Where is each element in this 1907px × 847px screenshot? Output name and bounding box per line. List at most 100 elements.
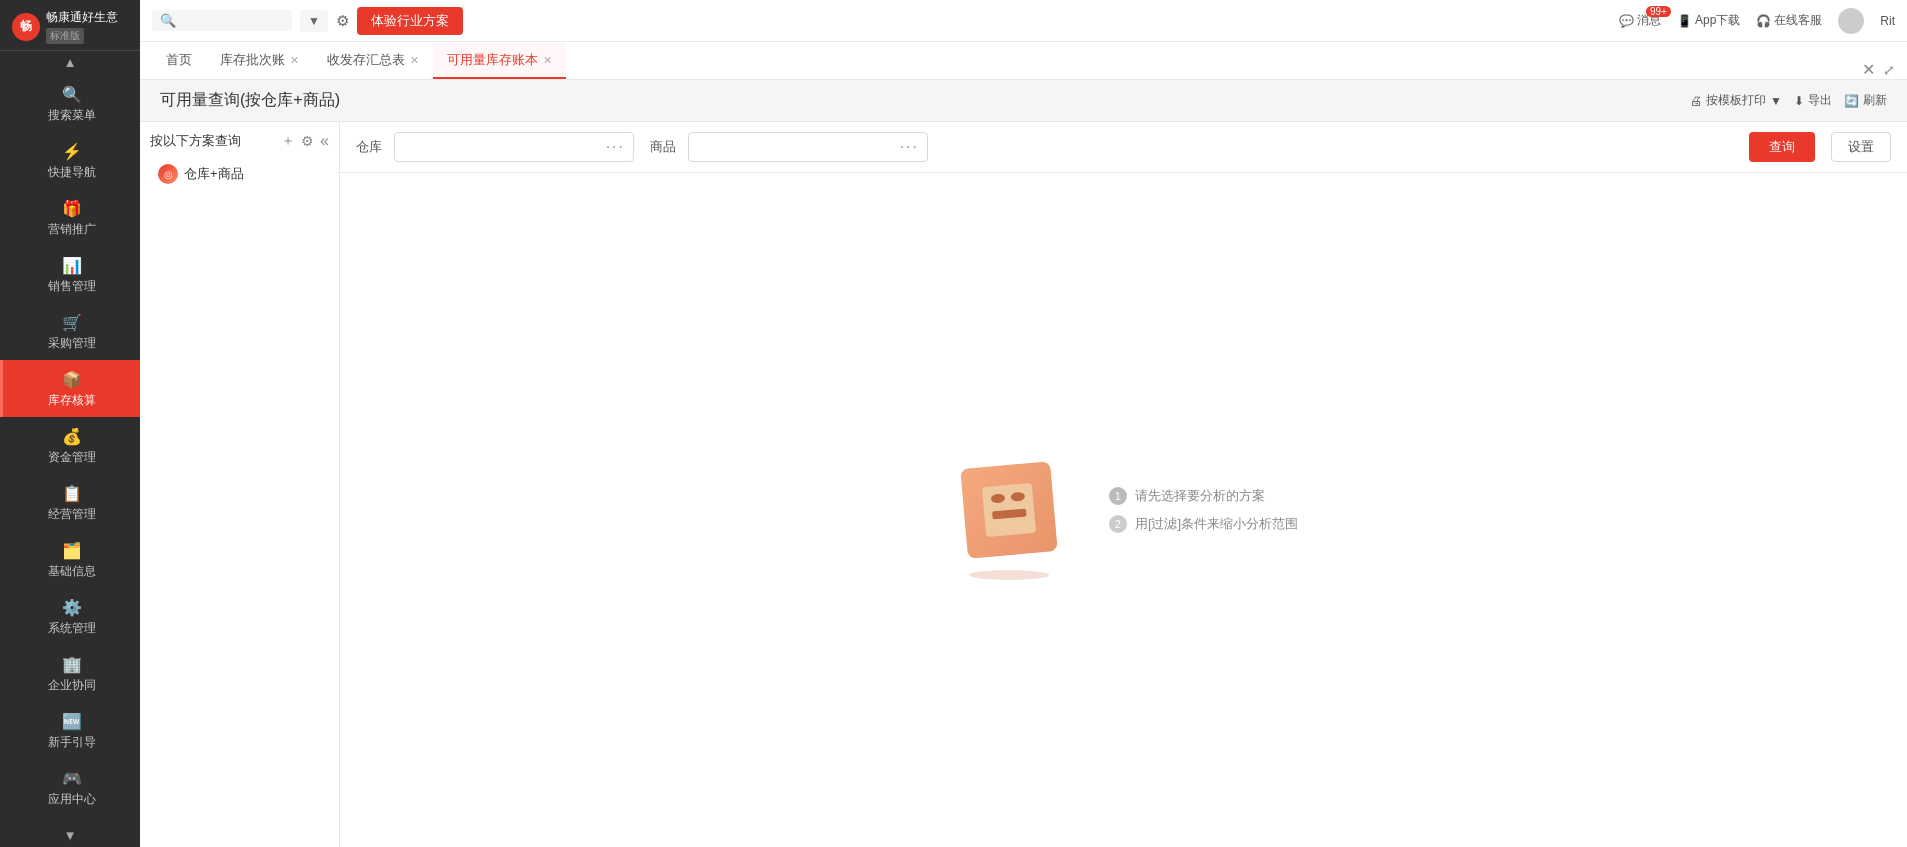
sidebar-item-system[interactable]: ⚙️ 系统管理	[0, 588, 140, 645]
warehouse-input[interactable]: ···	[394, 132, 634, 162]
tip-num-1: 1	[1109, 487, 1127, 505]
sidebar-item-wechat[interactable]: 💬 企业微信	[0, 816, 140, 823]
refresh-icon: 🔄	[1844, 94, 1859, 108]
tab-summary-close[interactable]: ✕	[410, 54, 419, 67]
marketing-icon: 🎁	[62, 199, 82, 218]
guide-label: 新手引导	[48, 734, 96, 751]
tab-available-close[interactable]: ✕	[543, 54, 552, 67]
tab-batch-close[interactable]: ✕	[290, 54, 299, 67]
tab-batch-label: 库存批次账	[220, 51, 285, 69]
query-submit-btn[interactable]: 查询	[1749, 132, 1815, 162]
print-label: 按模板打印	[1706, 92, 1766, 109]
sidebar-item-marketing[interactable]: 🎁 营销推广	[0, 189, 140, 246]
topbar-search-box[interactable]: 🔍	[152, 10, 292, 31]
topbar: 🔍 ▼ ⚙ 体验行业方案 💬 消息 99+ 📱 App下载 🎧 在	[140, 0, 1907, 42]
finance-label: 资金管理	[48, 449, 96, 466]
filter-header: 按以下方案查询 ＋ ⚙ «	[150, 132, 329, 150]
warehouse-dots: ···	[606, 138, 625, 156]
user-avatar	[1838, 8, 1864, 34]
filter-item-label: 仓库+商品	[184, 165, 244, 183]
corp-icon: 🏢	[62, 655, 82, 674]
filter-settings-btn[interactable]: ⚙	[301, 132, 314, 150]
apps-icon: 🎮	[62, 769, 82, 788]
search-dropdown-btn[interactable]: ▼	[300, 10, 328, 32]
base-icon: 🗂️	[62, 541, 82, 560]
print-icon: 🖨	[1690, 94, 1702, 108]
product-field: 商品 ···	[650, 132, 928, 162]
system-label: 系统管理	[48, 620, 96, 637]
search-icon: 🔍	[62, 85, 82, 104]
tab-summary-label: 收发存汇总表	[327, 51, 405, 69]
sidebar-scroll-down[interactable]: ▼	[0, 823, 140, 847]
expand-btn[interactable]: ⤢	[1883, 62, 1895, 78]
tab-available[interactable]: 可用量库存账本 ✕	[433, 43, 566, 79]
filter-item-icon: ◎	[158, 164, 178, 184]
empty-state: 1 请先选择要分析的方案 2 用[过滤]条件来缩小分析范围	[340, 173, 1907, 847]
empty-tips: 1 请先选择要分析的方案 2 用[过滤]条件来缩小分析范围	[1109, 487, 1298, 533]
content-area: 按以下方案查询 ＋ ⚙ « ◎ 仓库+商品 仓库	[140, 122, 1907, 847]
sidebar: 畅 畅康通好生意 标准版 ▲ 🔍 搜索菜单 ⚡ 快捷导航 🎁 营销推广 📊 销售…	[0, 0, 140, 847]
warehouse-field: 仓库 ···	[356, 132, 634, 162]
sales-icon: 📊	[62, 256, 82, 275]
search-input[interactable]	[180, 14, 270, 28]
sidebar-item-quicknav[interactable]: ⚡ 快捷导航	[0, 132, 140, 189]
base-label: 基础信息	[48, 563, 96, 580]
message-icon: 💬	[1619, 14, 1634, 28]
logo-name: 畅康通好生意	[46, 10, 118, 26]
topbar-right: 💬 消息 99+ 📱 App下载 🎧 在线客服 Rit	[1619, 8, 1895, 34]
sidebar-logo: 畅 畅康通好生意 标准版	[12, 10, 128, 44]
filter-header-actions: ＋ ⚙ «	[281, 132, 329, 150]
export-btn[interactable]: ⬇ 导出	[1794, 92, 1832, 109]
sidebar-item-finance[interactable]: 💰 资金管理	[0, 417, 140, 474]
industry-solution-btn[interactable]: 体验行业方案	[357, 7, 463, 35]
close-window-btn[interactable]: ✕	[1862, 60, 1875, 79]
refresh-label: 刷新	[1863, 92, 1887, 109]
sidebar-item-sales[interactable]: 📊 销售管理	[0, 246, 140, 303]
product-input[interactable]: ···	[688, 132, 928, 162]
operation-label: 经营管理	[48, 506, 96, 523]
sidebar-scroll-up[interactable]: ▲	[0, 51, 140, 75]
message-btn[interactable]: 💬 消息 99+	[1619, 12, 1661, 29]
search-label: 搜索菜单	[48, 107, 96, 124]
corp-label: 企业协同	[48, 677, 96, 694]
print-btn[interactable]: 🖨 按模板打印 ▼	[1690, 92, 1782, 109]
export-icon: ⬇	[1794, 94, 1804, 108]
sidebar-item-base[interactable]: 🗂️ 基础信息	[0, 531, 140, 588]
main-area: 🔍 ▼ ⚙ 体验行业方案 💬 消息 99+ 📱 App下载 🎧 在	[140, 0, 1907, 847]
export-label: 导出	[1808, 92, 1832, 109]
product-dots: ···	[900, 138, 919, 156]
tab-available-label: 可用量库存账本	[447, 51, 538, 69]
sidebar-item-apps[interactable]: 🎮 应用中心	[0, 759, 140, 816]
username-label[interactable]: Rit	[1880, 14, 1895, 28]
sidebar-item-operation[interactable]: 📋 经营管理	[0, 474, 140, 531]
query-bar: 仓库 ··· 商品 ··· 查询	[340, 122, 1907, 173]
filter-panel: 按以下方案查询 ＋ ⚙ « ◎ 仓库+商品	[140, 122, 340, 847]
page-header: 可用量查询(按仓库+商品) 🖨 按模板打印 ▼ ⬇ 导出 🔄 刷新	[140, 80, 1907, 122]
tab-summary[interactable]: 收发存汇总表 ✕	[313, 43, 433, 79]
online-service-btn[interactable]: 🎧 在线客服	[1756, 12, 1822, 29]
filter-collapse-btn[interactable]: «	[320, 132, 329, 150]
sidebar-item-guide[interactable]: 🆕 新手引导	[0, 702, 140, 759]
query-area: 仓库 ··· 商品 ··· 查询	[340, 122, 1907, 847]
tab-home[interactable]: 首页	[152, 43, 206, 79]
tip-text-2: 用[过滤]条件来缩小分析范围	[1135, 515, 1298, 533]
sidebar-item-search[interactable]: 🔍 搜索菜单	[0, 75, 140, 132]
warehouse-label: 仓库	[356, 138, 386, 156]
sidebar-item-purchase[interactable]: 🛒 采购管理	[0, 303, 140, 360]
guide-icon: 🆕	[62, 712, 82, 731]
inventory-icon: 📦	[62, 370, 82, 389]
message-badge: 99+	[1646, 6, 1671, 17]
settings-gear-btn[interactable]: ⚙	[336, 12, 349, 30]
box-illustration	[960, 461, 1058, 559]
app-download-btn[interactable]: 📱 App下载	[1677, 12, 1740, 29]
refresh-btn[interactable]: 🔄 刷新	[1844, 92, 1887, 109]
filter-title: 按以下方案查询	[150, 132, 241, 150]
inventory-label: 库存核算	[48, 392, 96, 409]
filter-item-warehouse-product[interactable]: ◎ 仓库+商品	[150, 158, 329, 190]
app-label: App下载	[1695, 12, 1740, 29]
query-setting-btn[interactable]: 设置	[1831, 132, 1891, 162]
sidebar-item-corp[interactable]: 🏢 企业协同	[0, 645, 140, 702]
filter-add-btn[interactable]: ＋	[281, 132, 295, 150]
tab-batch[interactable]: 库存批次账 ✕	[206, 43, 313, 79]
sidebar-item-inventory[interactable]: 📦 库存核算	[0, 360, 140, 417]
